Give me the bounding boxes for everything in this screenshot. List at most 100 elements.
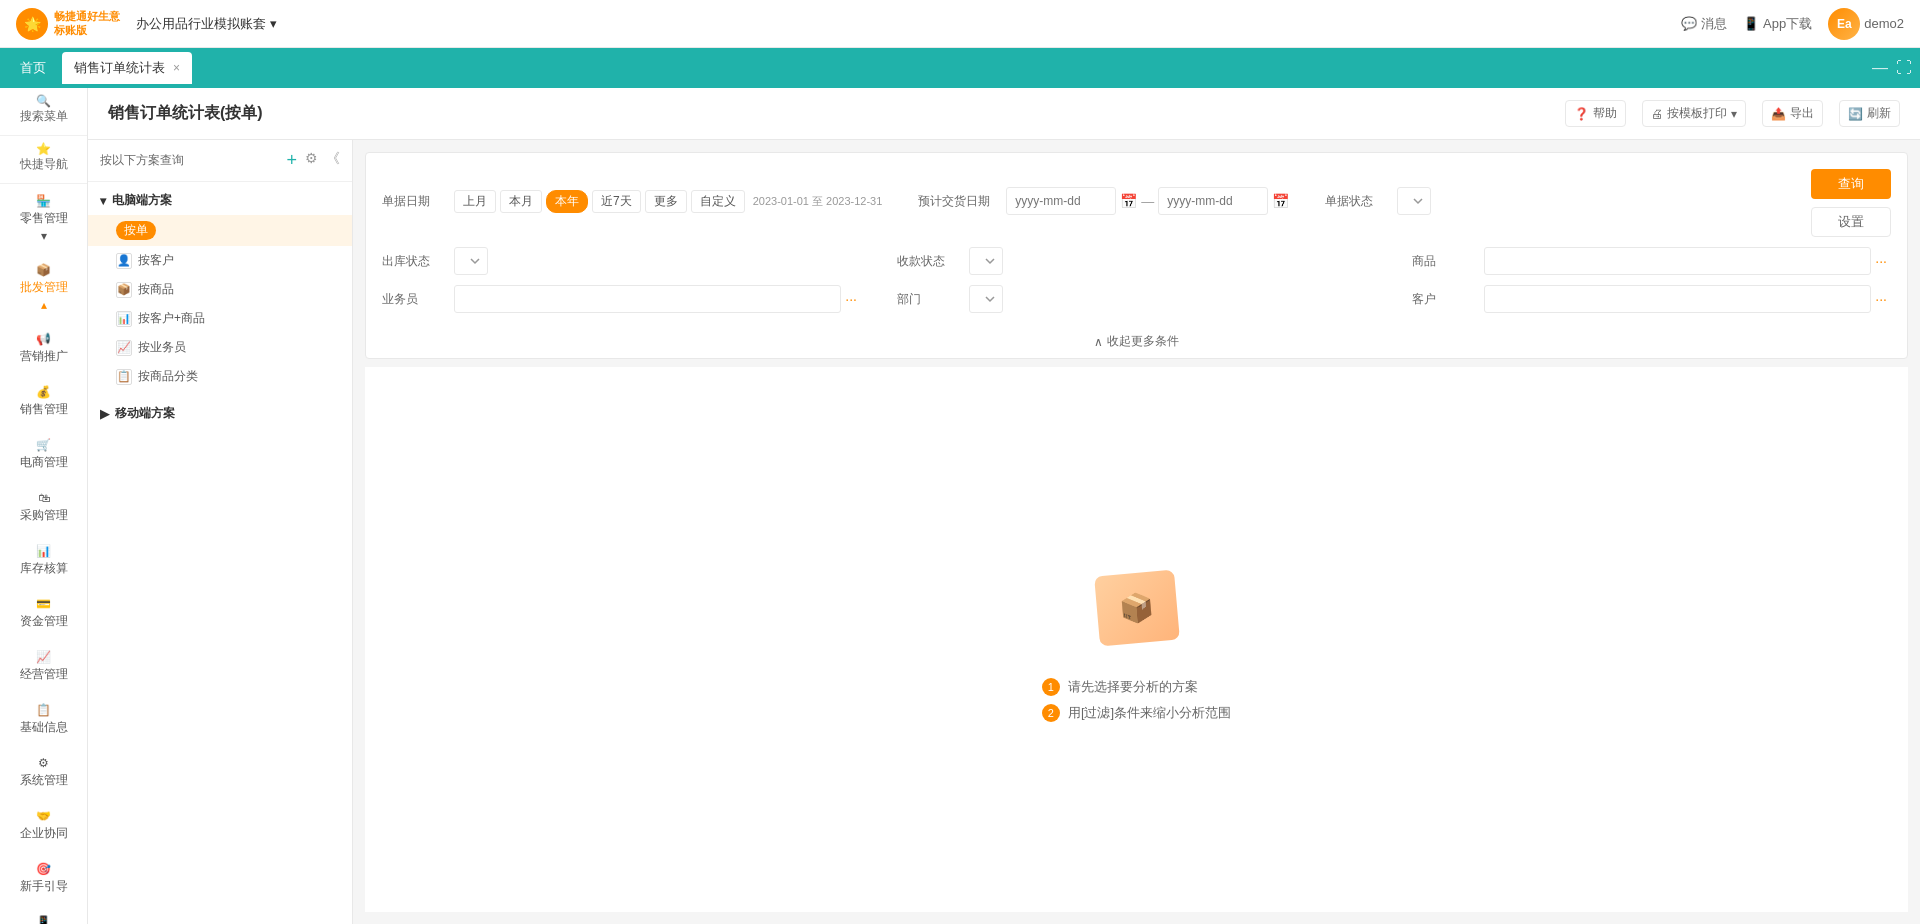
refresh-button[interactable]: 🔄 刷新 — [1839, 100, 1900, 127]
empty-step-2: 2 用[过滤]条件来缩小分析范围 — [1042, 704, 1231, 722]
date-range-display: 2023-01-01 至 2023-12-31 — [753, 194, 883, 209]
settings-button[interactable]: 设置 — [1811, 207, 1891, 237]
salesperson-scheme-icon: 📈 — [116, 340, 132, 356]
add-scheme-button[interactable]: + — [286, 150, 297, 171]
export-button[interactable]: 📤 导出 — [1762, 100, 1823, 127]
status-select-wrapper — [1397, 187, 1795, 215]
print-button[interactable]: 🖨 按模板打印 ▾ — [1642, 100, 1746, 127]
expected-date-label: 预计交货日期 — [918, 193, 990, 210]
product-more-button[interactable]: ··· — [1871, 253, 1891, 269]
tab-sales-order-stats[interactable]: 销售订单统计表 × — [62, 52, 192, 84]
expected-date-start-input[interactable] — [1006, 187, 1116, 215]
date-btn-more[interactable]: 更多 — [645, 190, 687, 213]
customer-label: 客户 — [1412, 291, 1468, 308]
department-label: 部门 — [897, 291, 953, 308]
date-btn-custom[interactable]: 自定义 — [691, 190, 745, 213]
sidebar-item-marketing[interactable]: 📢 营销推广 — [0, 322, 87, 375]
empty-illustration: 📦 — [1094, 569, 1180, 646]
appcenter-icon: 📱 — [36, 915, 51, 924]
empty-text: 1 请先选择要分析的方案 2 用[过滤]条件来缩小分析范围 — [1042, 678, 1231, 722]
department-select-wrapper — [969, 285, 1376, 313]
scheme-section-mobile: ▶ 移动端方案 — [88, 395, 352, 432]
message-button[interactable]: 💬 消息 — [1681, 15, 1727, 33]
collapse-icon: ∧ — [1094, 335, 1103, 349]
expected-date-group: 📅 — 📅 — [1006, 187, 1289, 215]
sidebar-item-finance[interactable]: 💳 资金管理 — [0, 587, 87, 640]
sidebar-item-sales[interactable]: 💰 销售管理 — [0, 375, 87, 428]
content-area: 销售订单统计表(按单) ❓ 帮助 🖨 按模板打印 ▾ 📤 导出 🔄 刷新 — [88, 88, 1920, 924]
settings-scheme-button[interactable]: ⚙ — [305, 150, 318, 171]
salesperson-more-button[interactable]: ··· — [841, 291, 861, 307]
sales-icon: 💰 — [36, 385, 51, 399]
sidebar-item-inventory[interactable]: 📊 库存核算 — [0, 534, 87, 587]
expected-date-end-input[interactable] — [1158, 187, 1268, 215]
print-chevron-icon: ▾ — [1731, 107, 1737, 121]
sidebar-item-newguide[interactable]: 🎯 新手引导 — [0, 852, 87, 905]
app-selector[interactable]: 办公用品行业模拟账套 ▾ — [128, 11, 285, 37]
tab-home[interactable]: 首页 — [8, 52, 58, 84]
sidebar-item-enterprise[interactable]: 🤝 企业协同 — [0, 799, 87, 852]
product-scheme-icon: 📦 — [116, 282, 132, 298]
collapse-bar[interactable]: ∧ 收起更多条件 — [366, 325, 1907, 358]
date-separator: — — [1141, 194, 1154, 209]
sidebar-item-wholesale[interactable]: 📦 批发管理 ▴ — [0, 253, 87, 322]
product-input[interactable] — [1484, 247, 1871, 275]
scheme-item-by-order[interactable]: 按单 — [88, 215, 352, 246]
scheme-section-mobile-title[interactable]: ▶ 移动端方案 — [88, 399, 352, 428]
top-bar-right: 💬 消息 📱 App下载 Ea demo2 — [1681, 8, 1904, 40]
shipment-select[interactable] — [454, 247, 488, 275]
scheme-item-by-customer-product[interactable]: 📊 按客户+商品 — [88, 304, 352, 333]
user-menu[interactable]: Ea demo2 — [1828, 8, 1904, 40]
tab-close-icon[interactable]: × — [173, 61, 180, 75]
scheme-item-by-product[interactable]: 📦 按商品 — [88, 275, 352, 304]
scheme-item-by-customer[interactable]: 👤 按客户 — [88, 246, 352, 275]
sidebar-item-basic[interactable]: 📋 基础信息 — [0, 693, 87, 746]
date-btn-this-year[interactable]: 本年 — [546, 190, 588, 213]
inventory-icon: 📊 — [36, 544, 51, 558]
sidebar: 🔍 搜索菜单 ⭐ 快捷导航 🏪 零售管理 ▾ 📦 批发管理 ▴ 📢 营销推广 💰… — [0, 88, 88, 924]
help-button[interactable]: ❓ 帮助 — [1565, 100, 1626, 127]
date-btn-this-month[interactable]: 本月 — [500, 190, 542, 213]
scheme-item-by-category[interactable]: 📋 按商品分类 — [88, 362, 352, 391]
top-bar: 🌟 畅捷通好生意 标账版 办公用品行业模拟账套 ▾ 💬 消息 📱 App下载 E… — [0, 0, 1920, 48]
calendar-start-icon[interactable]: 📅 — [1120, 193, 1137, 209]
date-btn-last7[interactable]: 近7天 — [592, 190, 641, 213]
left-panel-header: 按以下方案查询 + ⚙ 《 — [88, 140, 352, 182]
action-buttons: 查询 设置 — [1811, 165, 1891, 237]
app-download-button[interactable]: 📱 App下载 — [1743, 15, 1812, 33]
logo-area: 🌟 畅捷通好生意 标账版 — [16, 8, 120, 40]
collection-select[interactable] — [969, 247, 1003, 275]
customer-input[interactable] — [1484, 285, 1871, 313]
step1-badge: 1 — [1042, 678, 1060, 696]
query-button[interactable]: 查询 — [1811, 169, 1891, 199]
sidebar-item-purchase[interactable]: 🛍 采购管理 — [0, 481, 87, 534]
sidebar-nav[interactable]: ⭐ 快捷导航 — [0, 136, 87, 184]
product-input-wrapper: ··· — [1484, 247, 1891, 275]
export-icon: 📤 — [1771, 107, 1786, 121]
scheme-section-desktop-title[interactable]: ▾ 电脑端方案 — [88, 186, 352, 215]
sidebar-search[interactable]: 🔍 搜索菜单 — [0, 88, 87, 136]
status-select[interactable] — [1397, 187, 1431, 215]
sidebar-item-operation[interactable]: 📈 经营管理 — [0, 640, 87, 693]
empty-face-icon: 📦 — [1118, 590, 1156, 626]
sidebar-item-ecommerce[interactable]: 🛒 电商管理 — [0, 428, 87, 481]
sidebar-item-appcenter[interactable]: 📱 应用中心 — [0, 905, 87, 924]
filter-content: 单据日期 上月 本月 本年 近7天 更多 自定义 2023-01-01 至 20… — [366, 153, 1907, 325]
date-btn-last-month[interactable]: 上月 — [454, 190, 496, 213]
collection-select-wrapper — [969, 247, 1376, 275]
newguide-icon: 🎯 — [36, 862, 51, 876]
sidebar-item-retail[interactable]: 🏪 零售管理 ▾ — [0, 184, 87, 253]
scheme-item-by-salesperson[interactable]: 📈 按业务员 — [88, 333, 352, 362]
shipment-label: 出库状态 — [382, 253, 438, 270]
maximize-button[interactable]: ⛶ — [1896, 59, 1912, 77]
department-select[interactable] — [969, 285, 1003, 313]
customer-input-wrapper: ··· — [1484, 285, 1891, 313]
step2-badge: 2 — [1042, 704, 1060, 722]
calendar-end-icon[interactable]: 📅 — [1272, 193, 1289, 209]
minimize-button[interactable]: — — [1872, 59, 1888, 77]
collapse-panel-button[interactable]: 《 — [326, 150, 340, 171]
sidebar-item-system[interactable]: ⚙ 系统管理 — [0, 746, 87, 799]
customer-more-button[interactable]: ··· — [1871, 291, 1891, 307]
date-filter-label: 单据日期 — [382, 193, 438, 210]
salesperson-input[interactable] — [454, 285, 841, 313]
